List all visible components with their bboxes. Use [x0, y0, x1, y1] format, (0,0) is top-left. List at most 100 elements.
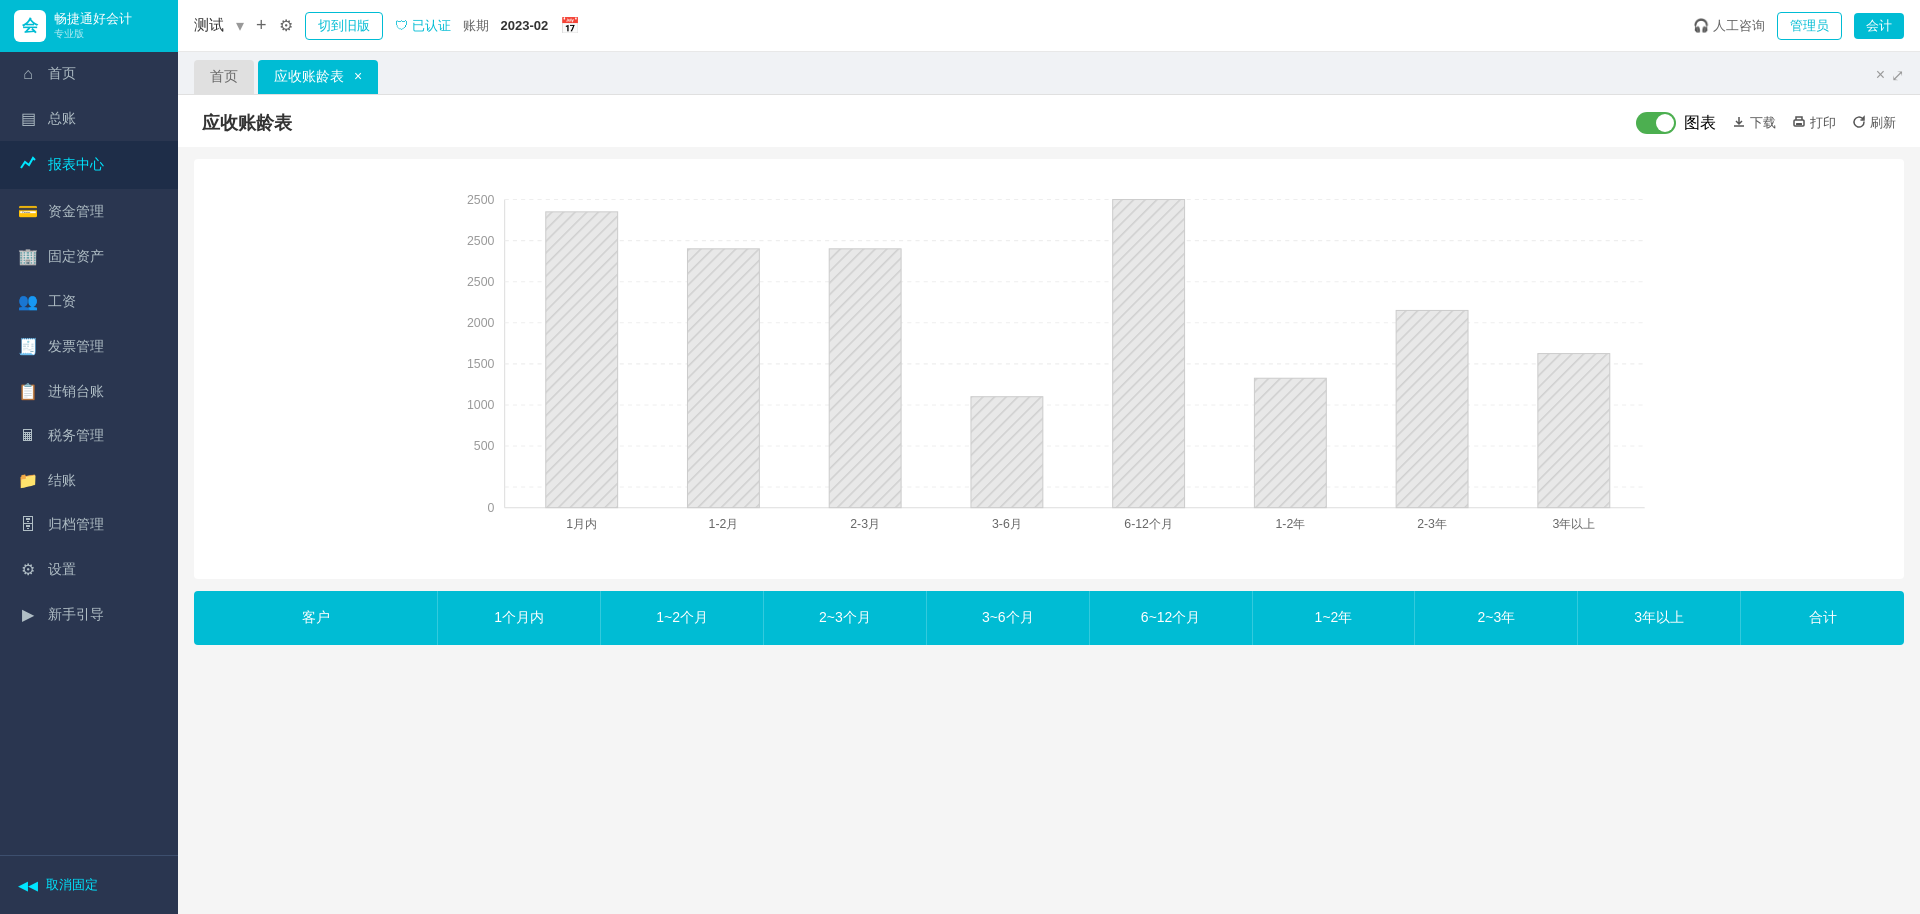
period-value: 2023-02	[501, 18, 549, 33]
sidebar-item-label: 发票管理	[48, 338, 104, 356]
col-header-2-3month: 2~3个月	[764, 591, 927, 645]
print-icon	[1792, 115, 1806, 132]
sidebar: 会 畅捷通好会计 专业版 ⌂ 首页 ▤ 总账 报表中心 💳 资金管理 🏢 固定资…	[0, 0, 178, 914]
chart-toggle[interactable]	[1636, 112, 1676, 134]
wage-icon: 👥	[18, 292, 38, 311]
topbar: 测试 ▾ + ⚙ 切到旧版 🛡 已认证 账期 2023-02 📅 🎧 人工咨询 …	[178, 0, 1920, 52]
bar-1-2年	[1254, 378, 1326, 507]
chart-toggle-wrap: 图表	[1636, 112, 1716, 134]
sidebar-item-label: 结账	[48, 472, 76, 490]
chart-area: 2500 2500 2500 2000 1500 1000 500 0	[194, 159, 1904, 579]
svg-text:1月内: 1月内	[566, 517, 597, 531]
app-logo-icon: 会	[14, 10, 46, 42]
svg-text:2000: 2000	[467, 316, 495, 330]
home-icon: ⌂	[18, 65, 38, 83]
sidebar-bottom: ◀◀ 取消固定	[0, 855, 178, 914]
project-title: 测试	[194, 16, 224, 35]
sidebar-nav: ⌂ 首页 ▤ 总账 报表中心 💳 资金管理 🏢 固定资产 👥 工资 🧾 发票管理	[0, 52, 178, 855]
pin-label: 取消固定	[46, 876, 98, 894]
sidebar-item-label: 报表中心	[48, 156, 104, 174]
sidebar-pin-button[interactable]: ◀◀ 取消固定	[0, 866, 178, 904]
tabs-bar: 首页 应收账龄表 × × ⤢	[178, 52, 1920, 95]
sidebar-item-label: 设置	[48, 561, 76, 579]
close-ledger-icon: 📁	[18, 471, 38, 490]
sidebar-item-tax[interactable]: 🖩 税务管理	[0, 414, 178, 458]
download-button[interactable]: 下载	[1732, 114, 1776, 132]
col-header-1-2year: 1~2年	[1253, 591, 1416, 645]
sidebar-item-label: 总账	[48, 110, 76, 128]
sidebar-item-invoice[interactable]: 🧾 发票管理	[0, 324, 178, 369]
download-label: 下载	[1750, 114, 1776, 132]
ledger-icon: ▤	[18, 109, 38, 128]
settings-icon: ⚙	[18, 560, 38, 579]
sidebar-item-report[interactable]: 报表中心	[0, 141, 178, 189]
col-header-customer: 客户	[194, 591, 438, 645]
tab-close-button[interactable]: ×	[354, 68, 362, 84]
sidebar-item-label: 固定资产	[48, 248, 104, 266]
sidebar-item-label: 工资	[48, 293, 76, 311]
sidebar-item-sales[interactable]: 📋 进销台账	[0, 369, 178, 414]
bar-2-3月	[829, 249, 901, 508]
refresh-icon	[1852, 115, 1866, 132]
main-area: 测试 ▾ + ⚙ 切到旧版 🛡 已认证 账期 2023-02 📅 🎧 人工咨询 …	[178, 0, 1920, 914]
sidebar-item-newbie[interactable]: ▶ 新手引导	[0, 592, 178, 637]
add-tab-button[interactable]: +	[256, 15, 267, 36]
svg-text:2500: 2500	[467, 234, 495, 248]
bar-1月内	[546, 212, 618, 508]
sales-icon: 📋	[18, 382, 38, 401]
col-header-3-6month: 3~6个月	[927, 591, 1090, 645]
sidebar-item-fund[interactable]: 💳 资金管理	[0, 189, 178, 234]
sidebar-item-archive[interactable]: 🗄 归档管理	[0, 503, 178, 547]
print-button[interactable]: 打印	[1792, 114, 1836, 132]
table-wrap: 客户 1个月内 1~2个月 2~3个月 3~6个月 6~12个月 1~2年 2~…	[194, 591, 1904, 645]
sidebar-item-label: 新手引导	[48, 606, 104, 624]
bar-chart-svg: 2500 2500 2500 2000 1500 1000 500 0	[214, 179, 1884, 559]
sidebar-item-wage[interactable]: 👥 工资	[0, 279, 178, 324]
verified-text: 已认证	[412, 17, 451, 35]
svg-text:1500: 1500	[467, 357, 495, 371]
service-button[interactable]: 🎧 人工咨询	[1693, 17, 1765, 35]
sidebar-item-label: 税务管理	[48, 427, 104, 445]
tab-home[interactable]: 首页	[194, 60, 254, 94]
window-close-button[interactable]: ×	[1876, 66, 1885, 84]
col-header-2-3year: 2~3年	[1415, 591, 1578, 645]
svg-text:3年以上: 3年以上	[1552, 517, 1595, 531]
content-area: 应收账龄表 图表 下载	[178, 95, 1920, 914]
sidebar-item-close[interactable]: 📁 结账	[0, 458, 178, 503]
content-scroll[interactable]: 应收账龄表 图表 下载	[178, 95, 1920, 914]
invoice-icon: 🧾	[18, 337, 38, 356]
calendar-icon[interactable]: 📅	[560, 16, 580, 35]
tab-aging-label: 应收账龄表	[274, 68, 344, 84]
project-chevron-icon[interactable]: ▾	[236, 16, 244, 35]
page-actions: 图表 下载 打印	[1636, 112, 1896, 134]
sidebar-item-home[interactable]: ⌂ 首页	[0, 52, 178, 96]
tab-aging-report[interactable]: 应收账龄表 ×	[258, 60, 378, 94]
col-header-3plus-year: 3年以上	[1578, 591, 1741, 645]
bar-3-6月	[971, 397, 1043, 508]
switch-version-button[interactable]: 切到旧版	[305, 12, 383, 40]
svg-text:2-3月: 2-3月	[850, 517, 880, 531]
admin-button[interactable]: 管理员	[1777, 12, 1842, 40]
sidebar-item-asset[interactable]: 🏢 固定资产	[0, 234, 178, 279]
svg-text:2500: 2500	[467, 193, 495, 207]
svg-text:2-3年: 2-3年	[1417, 517, 1447, 531]
window-expand-button[interactable]: ⤢	[1891, 66, 1904, 85]
sidebar-item-label: 归档管理	[48, 516, 104, 534]
tab-home-label: 首页	[210, 68, 238, 84]
pin-icon: ◀◀	[18, 878, 38, 893]
bar-6-12月	[1113, 200, 1185, 508]
chart-toggle-label: 图表	[1684, 113, 1716, 134]
sidebar-item-settings[interactable]: ⚙ 设置	[0, 547, 178, 592]
app-name: 畅捷通好会计	[54, 11, 132, 28]
accountant-button[interactable]: 会计	[1854, 13, 1904, 39]
tab-right-icons: × ⤢	[1876, 66, 1904, 89]
refresh-button[interactable]: 刷新	[1852, 114, 1896, 132]
settings-gear-icon[interactable]: ⚙	[279, 16, 293, 35]
app-edition: 专业版	[54, 27, 132, 41]
sidebar-item-ledger[interactable]: ▤ 总账	[0, 96, 178, 141]
verified-icon: 🛡	[395, 18, 408, 33]
bar-3年以上	[1538, 354, 1610, 508]
chart-svg-wrap: 2500 2500 2500 2000 1500 1000 500 0	[214, 179, 1884, 559]
bar-2-3年	[1396, 310, 1468, 507]
svg-text:1-2年: 1-2年	[1275, 517, 1305, 531]
